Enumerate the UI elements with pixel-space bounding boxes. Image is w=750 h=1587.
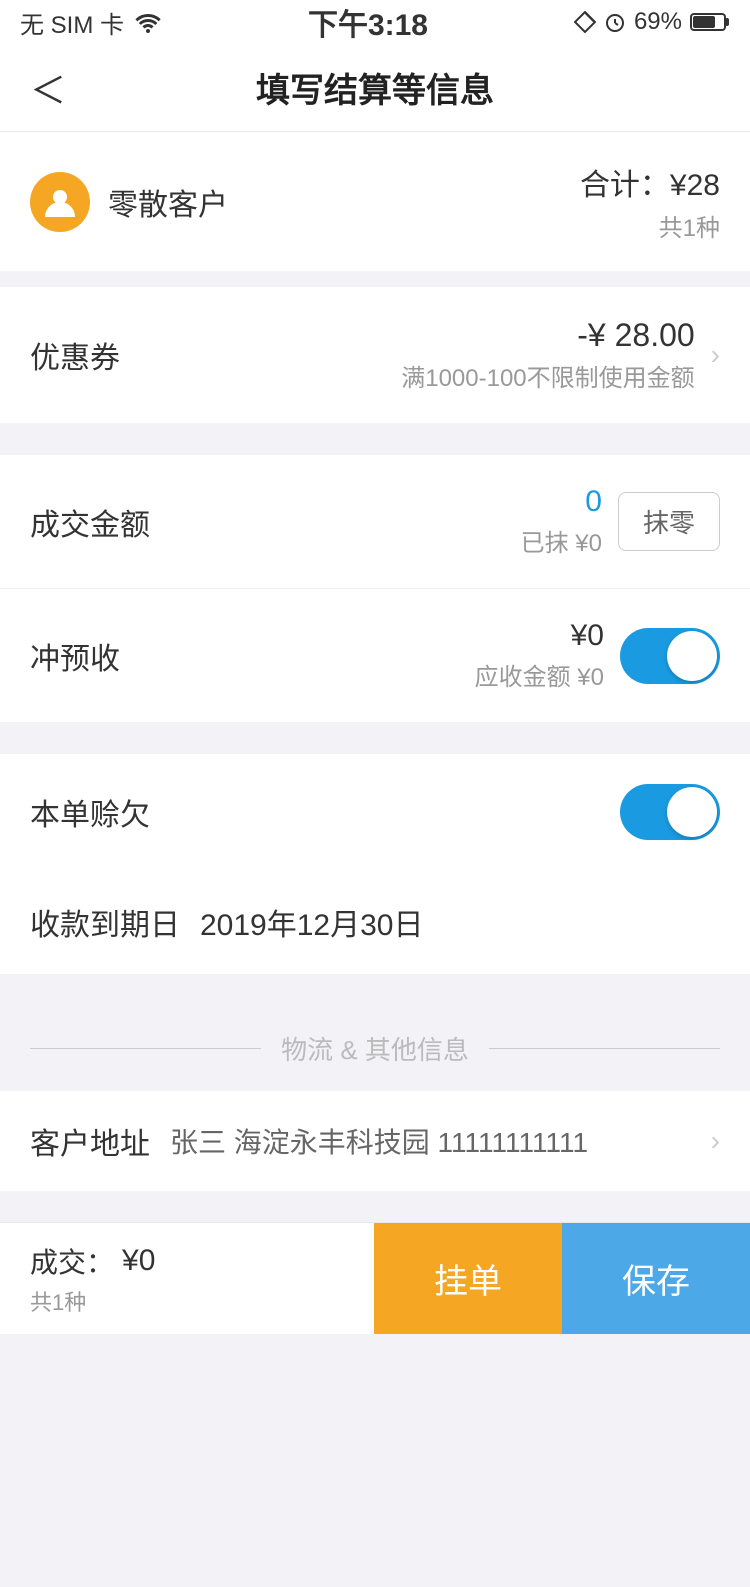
deal-card: 成交金额 0 已抹 ¥0 抹零 冲预收 ¥0 应收金额 ¥0: [0, 455, 750, 722]
avatar: [30, 172, 90, 232]
customer-name: 零散客户: [108, 180, 228, 224]
deal-amount-row: 成交金额 0 已抹 ¥0 抹零: [0, 455, 750, 588]
customer-summary: 合计：¥28 共1种: [580, 160, 720, 243]
logistics-text: 物流 & 其他信息: [281, 1030, 469, 1067]
deferred-row: 本单赊欠: [0, 754, 750, 870]
content: 零散客户 合计：¥28 共1种 优惠券 -¥ 28.00 满1000-100不限…: [0, 132, 750, 1587]
coupon-card: 优惠券 -¥ 28.00 满1000-100不限制使用金额 ›: [0, 287, 750, 423]
status-time: 下午3:18: [308, 0, 428, 44]
deal-amount-sub: 已抹 ¥0: [521, 523, 602, 558]
bottom-deal-amount: ¥0: [122, 1244, 155, 1278]
due-date-value: 2019年12月30日: [200, 900, 423, 944]
total-count: 共1种: [580, 208, 720, 243]
prepayment-row: 冲预收 ¥0 应收金额 ¥0: [0, 588, 750, 722]
address-label: 客户地址: [30, 1119, 150, 1163]
customer-card: 零散客户 合计：¥28 共1种: [0, 132, 750, 271]
due-date-label: 收款到期日: [30, 900, 180, 944]
bottom-bar: 成交： ¥0 共1种 挂单 保存: [0, 1222, 750, 1334]
coupon-discount: -¥ 28.00: [401, 317, 694, 354]
prepayment-value-group: ¥0 应收金额 ¥0: [475, 619, 604, 692]
total-amount: 合计：¥28: [580, 160, 720, 204]
logistics-line-left: [30, 1048, 261, 1049]
section-divider-3: [0, 990, 750, 1006]
prepayment-sub: 应收金额 ¥0: [475, 657, 604, 692]
chevron-right-icon: ›: [711, 339, 720, 371]
nav-bar: ＜ 填写结算等信息: [0, 44, 750, 132]
address-chevron-icon: ›: [711, 1125, 720, 1157]
section-divider-1: [0, 439, 750, 455]
deal-amount-right: 0 已抹 ¥0 抹零: [521, 485, 720, 558]
coupon-value-group: -¥ 28.00 满1000-100不限制使用金额: [401, 317, 694, 393]
bottom-info: 成交： ¥0 共1种: [0, 1241, 374, 1317]
address-row[interactable]: 客户地址 张三 海淀永丰科技园 11111111111 ›: [0, 1091, 750, 1191]
prepayment-right: ¥0 应收金额 ¥0: [475, 619, 720, 692]
deferred-label: 本单赊欠: [30, 790, 150, 834]
logistics-divider: 物流 & 其他信息: [0, 1006, 750, 1091]
hold-button[interactable]: 挂单: [374, 1223, 562, 1334]
coupon-label: 优惠券: [30, 333, 120, 377]
deferred-toggle-knob: [667, 787, 717, 837]
logistics-section: 物流 & 其他信息 客户地址 张三 海淀永丰科技园 11111111111 ›: [0, 1006, 750, 1191]
coupon-right: -¥ 28.00 满1000-100不限制使用金额 ›: [401, 317, 720, 393]
alarm-icon: [604, 11, 626, 33]
prepayment-label: 冲预收: [30, 634, 120, 678]
deferred-right: [620, 784, 720, 840]
toggle-knob: [667, 631, 717, 681]
bottom-deal-label: 成交：: [30, 1241, 114, 1281]
battery-pct: 69%: [634, 8, 682, 36]
bottom-deal-row: 成交： ¥0: [30, 1241, 344, 1281]
wifi-icon: [134, 11, 162, 33]
save-button[interactable]: 保存: [562, 1223, 750, 1334]
due-date-row: 收款到期日 2019年12月30日: [0, 870, 750, 974]
roundoff-button[interactable]: 抹零: [618, 492, 720, 551]
coupon-sub: 满1000-100不限制使用金额: [401, 358, 694, 393]
logistics-line-right: [489, 1048, 720, 1049]
page-title: 填写结算等信息: [256, 63, 494, 112]
section-divider-2: [0, 738, 750, 754]
deferred-card: 本单赊欠 收款到期日 2019年12月30日: [0, 754, 750, 974]
deal-amount-label: 成交金额: [30, 500, 150, 544]
deferred-toggle[interactable]: [620, 784, 720, 840]
battery-icon: [690, 12, 730, 32]
coupon-row[interactable]: 优惠券 -¥ 28.00 满1000-100不限制使用金额 ›: [0, 287, 750, 423]
address-value: 张三 海淀永丰科技园 11111111111: [170, 1121, 711, 1161]
prepayment-toggle[interactable]: [620, 628, 720, 684]
user-icon: [42, 184, 78, 220]
status-bar: 无 SIM 卡 下午3:18 69%: [0, 0, 750, 44]
status-left: 无 SIM 卡: [20, 5, 162, 40]
customer-left: 零散客户: [30, 172, 228, 232]
customer-row: 零散客户 合计：¥28 共1种: [0, 132, 750, 271]
sim-status: 无 SIM 卡: [20, 5, 124, 40]
prepayment-value: ¥0: [475, 619, 604, 653]
back-button[interactable]: ＜: [30, 62, 90, 114]
deal-amount-group: 0 已抹 ¥0: [521, 485, 602, 558]
deal-amount-value: 0: [521, 485, 602, 519]
location-icon: [574, 11, 596, 33]
bottom-count: 共1种: [30, 1285, 344, 1317]
status-right: 69%: [574, 8, 730, 36]
